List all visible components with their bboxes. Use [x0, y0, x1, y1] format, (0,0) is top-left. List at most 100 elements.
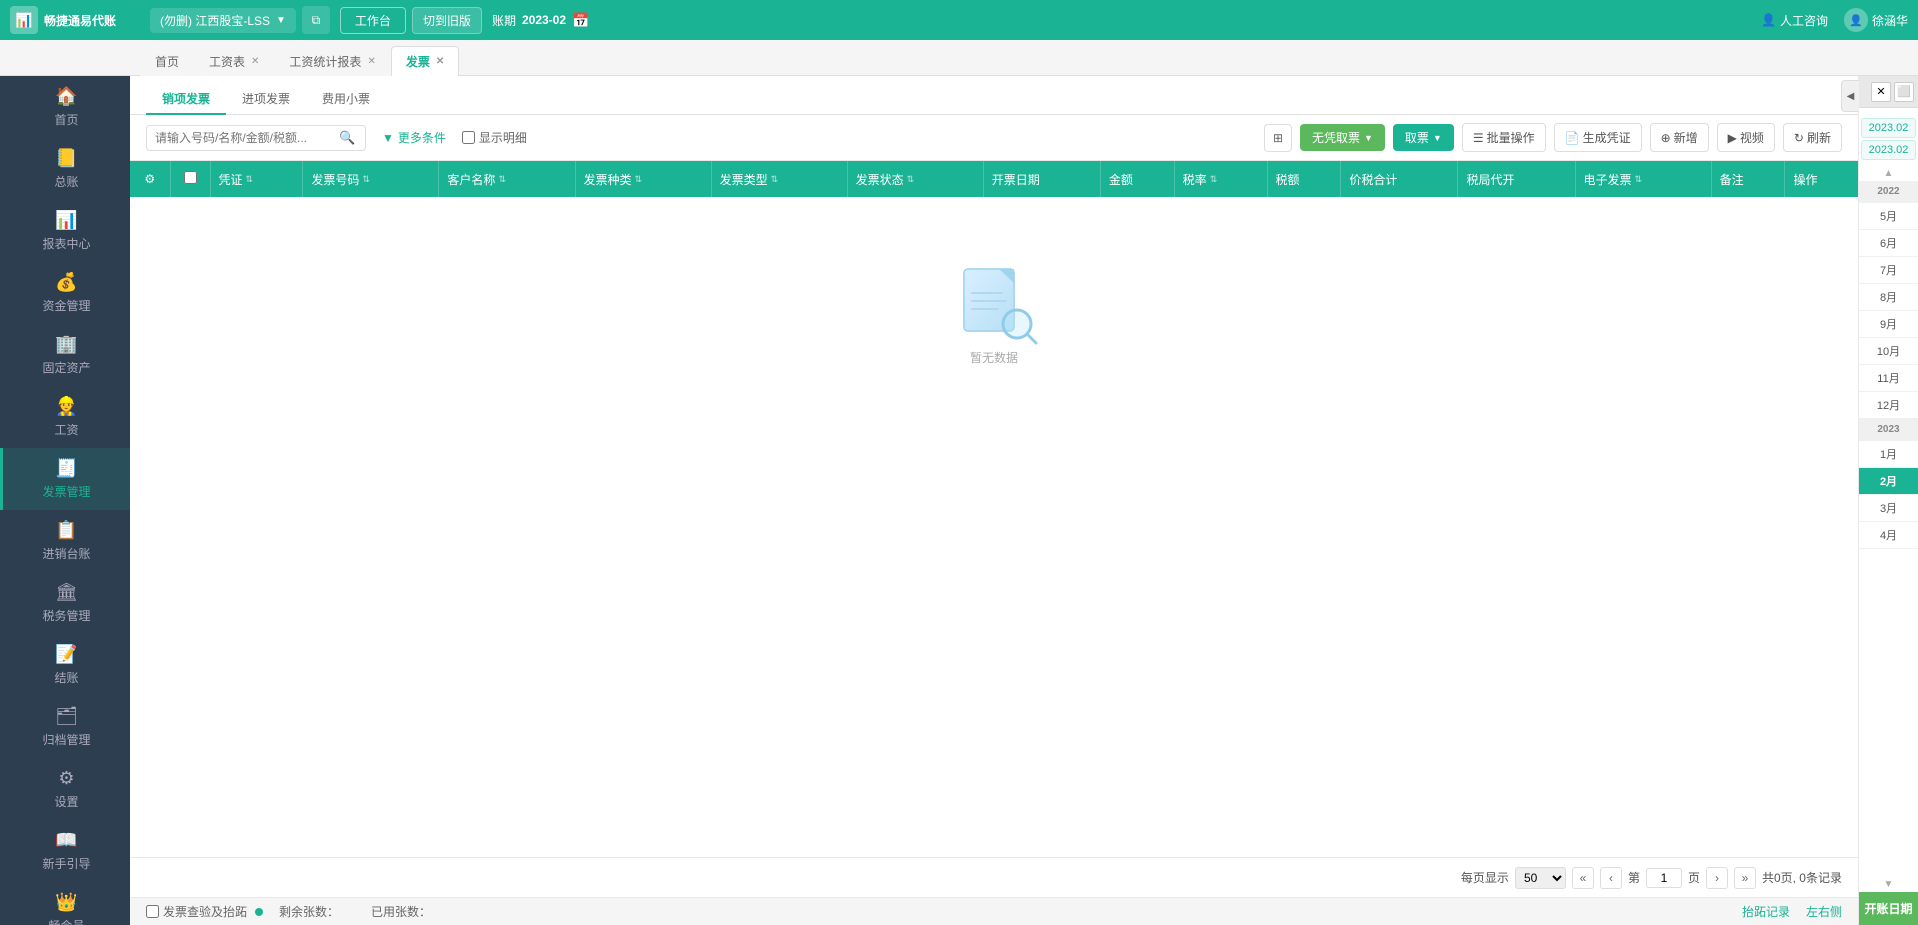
recent-period-2[interactable]: 2023.02 [1861, 140, 1916, 160]
tab-payroll-close[interactable]: ✕ [251, 56, 259, 67]
sidebar-item-finance[interactable]: 💰 资金管理 [0, 262, 130, 324]
sidebar-item-invoice[interactable]: 🧾 发票管理 [0, 448, 130, 510]
page-size-select[interactable]: 20 50 100 [1515, 867, 1566, 889]
invoice-check-checkbox[interactable] [146, 905, 159, 918]
period-2023-01[interactable]: 1月 [1859, 441, 1918, 468]
batch-op-label: 批量操作 [1487, 129, 1535, 146]
sidebar-item-archive[interactable]: 🗂 归档管理 [0, 696, 130, 758]
tab-bar: 首页 工资表 ✕ 工资统计报表 ✕ 发票 ✕ [0, 40, 1918, 76]
settings-gear-icon[interactable]: ⚙ [144, 172, 155, 186]
sidebar-item-tax[interactable]: 🏛 税务管理 [0, 572, 130, 634]
period-2023-02[interactable]: 2月 [1859, 468, 1918, 495]
left-right-link[interactable]: 左右侧 [1806, 903, 1842, 920]
current-page-input[interactable] [1646, 868, 1682, 888]
no-voucher-btn[interactable]: 无凭取票 ▼ [1300, 124, 1385, 151]
first-page-btn[interactable]: « [1572, 867, 1594, 889]
select-all-checkbox[interactable] [184, 171, 197, 184]
records-link[interactable]: 抬跖记录 [1742, 903, 1790, 920]
no-data-text: 暂无数据 [970, 349, 1018, 366]
tab-payroll-stats-close[interactable]: ✕ [367, 56, 375, 67]
panel-close-btn[interactable]: ✕ [1871, 82, 1891, 102]
more-conditions-btn[interactable]: ▼ 更多条件 [374, 125, 454, 150]
grid-config-btn[interactable]: ⊞ [1264, 124, 1292, 152]
user-item[interactable]: 👤 徐涵华 [1844, 8, 1908, 32]
open-period-btn[interactable]: 开账日期 [1859, 892, 1918, 925]
sidebar-item-closing[interactable]: 📝 结账 [0, 634, 130, 696]
video-icon: ▶ [1728, 131, 1737, 145]
show-detail-checkbox-wrap[interactable]: 显示明细 [462, 129, 527, 146]
period-2022-06[interactable]: 6月 [1859, 230, 1918, 257]
prev-page-btn[interactable]: ‹ [1600, 867, 1622, 889]
sidebar-item-reports[interactable]: 📊 报表中心 [0, 200, 130, 262]
support-item[interactable]: 👤 人工咨询 [1761, 12, 1828, 29]
refresh-label: 刷新 [1807, 129, 1831, 146]
sidebar-invoice-label: 发票管理 [42, 483, 90, 500]
refresh-btn[interactable]: ↻ 刷新 [1783, 123, 1842, 152]
period-2022-07[interactable]: 7月 [1859, 257, 1918, 284]
period-2022-08[interactable]: 8月 [1859, 284, 1918, 311]
sidebar-item-guide[interactable]: 📖 新手引导 [0, 820, 130, 882]
generate-voucher-btn[interactable]: 📄 生成凭证 [1554, 123, 1642, 152]
period-2023-03[interactable]: 3月 [1859, 495, 1918, 522]
tab-invoice-close[interactable]: ✕ [436, 56, 444, 67]
year-2022: 2022 [1859, 181, 1918, 203]
tab-payroll[interactable]: 工资表 ✕ [194, 46, 274, 76]
period-2022-09[interactable]: 9月 [1859, 311, 1918, 338]
sub-tab-sales[interactable]: 销项发票 [146, 84, 226, 115]
th-invoice-category-label: 发票类型 [720, 171, 768, 188]
period-calendar-icon[interactable]: 📅 [572, 12, 589, 29]
th-action: 操作 [1785, 161, 1858, 197]
invoice-check-wrap[interactable]: 发票查验及抬跖 [146, 903, 263, 920]
switch-old-button[interactable]: 切到旧版 [412, 7, 482, 34]
new-label: 新增 [1674, 129, 1698, 146]
workbench-button[interactable]: 工作台 [340, 7, 406, 34]
dot-indicator [255, 908, 263, 916]
sort-voucher-icon: ⇅ [246, 174, 254, 185]
more-conditions-label: 更多条件 [398, 129, 446, 146]
company-selector[interactable]: (勿删) 江西股宝-LSS ▼ [150, 8, 296, 33]
show-detail-checkbox[interactable] [462, 131, 475, 144]
th-settings: ⚙ [130, 161, 170, 197]
scroll-down-btn[interactable]: ▼ [1859, 877, 1918, 892]
sidebar-item-assets[interactable]: 🏢 固定资产 [0, 324, 130, 386]
tab-payroll-stats[interactable]: 工资统计报表 ✕ [274, 46, 390, 76]
batch-op-btn[interactable]: ☰ 批量操作 [1462, 123, 1546, 152]
tab-home[interactable]: 首页 [140, 46, 194, 76]
voucher-btn[interactable]: 取票 ▼ [1393, 124, 1454, 151]
next-page-btn[interactable]: › [1706, 867, 1728, 889]
copy-icon-btn[interactable]: ⧉ [302, 6, 330, 34]
invoice-table: ⚙ 凭证 ⇅ 发票号码 [130, 161, 1858, 197]
tab-home-label: 首页 [155, 53, 179, 70]
period-2023-04[interactable]: 4月 [1859, 522, 1918, 549]
search-input[interactable] [155, 131, 335, 145]
recent-period-1[interactable]: 2023.02 [1861, 118, 1916, 138]
th-checkbox [170, 161, 210, 197]
sidebar-item-membership[interactable]: 👑 畅会员 [0, 882, 130, 925]
period-2022-11[interactable]: 11月 [1859, 365, 1918, 392]
close-panel-btn[interactable]: ◀ [1841, 80, 1859, 112]
sort-invoice-type-icon: ⇅ [635, 174, 643, 185]
scroll-up-btn[interactable]: ▲ [1859, 166, 1918, 181]
th-tax-total-label: 价税合计 [1349, 171, 1397, 188]
period-2022-12[interactable]: 12月 [1859, 392, 1918, 419]
sub-tab-receipts-label: 费用小票 [322, 92, 370, 106]
new-btn[interactable]: ⊕ 新增 [1650, 123, 1709, 152]
sidebar-item-home[interactable]: 🏠 首页 [0, 76, 130, 138]
panel-maximize-btn[interactable]: ⬜ [1894, 82, 1914, 102]
period-2022-05[interactable]: 5月 [1859, 203, 1918, 230]
period-2022-10[interactable]: 10月 [1859, 338, 1918, 365]
sidebar-home-label: 首页 [54, 111, 78, 128]
sidebar-item-ledger[interactable]: 📒 总账 [0, 138, 130, 200]
sub-tab-purchase-label: 进项发票 [242, 92, 290, 106]
th-voucher: 凭证 ⇅ [210, 161, 303, 197]
sub-tab-purchase[interactable]: 进项发票 [226, 84, 306, 115]
sidebar-item-payroll[interactable]: 👷 工资 [0, 386, 130, 448]
sidebar-item-purchase[interactable]: 📋 进销台账 [0, 510, 130, 572]
video-btn[interactable]: ▶ 视频 [1717, 123, 1775, 152]
tab-invoice[interactable]: 发票 ✕ [391, 46, 459, 76]
main-layout: 🏠 首页 📒 总账 📊 报表中心 💰 资金管理 🏢 固定资产 👷 工资 🧾 发票… [0, 76, 1918, 925]
sidebar-item-settings[interactable]: ⚙ 设置 [0, 758, 130, 820]
sub-tab-receipts[interactable]: 费用小票 [306, 84, 386, 115]
table-wrap[interactable]: ⚙ 凭证 ⇅ 发票号码 [130, 161, 1858, 857]
last-page-btn[interactable]: » [1734, 867, 1756, 889]
